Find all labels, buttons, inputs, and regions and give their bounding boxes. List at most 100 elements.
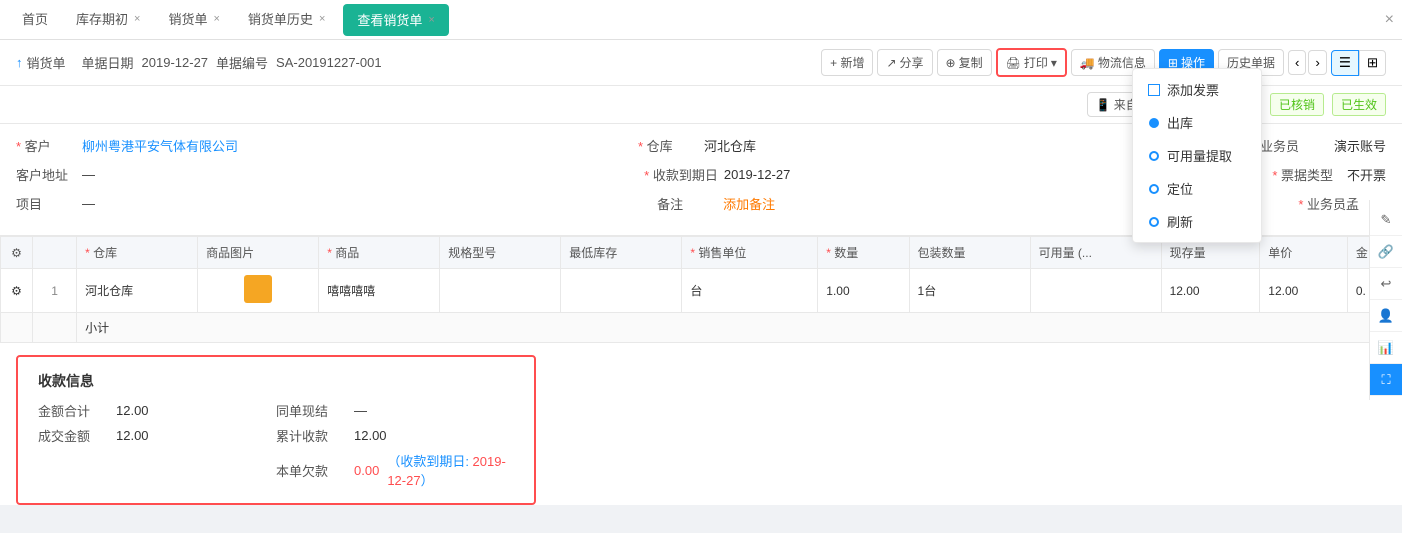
- col-price: 单价: [1260, 237, 1348, 269]
- right-panel-user[interactable]: 👤: [1370, 300, 1402, 332]
- right-panel-chart[interactable]: 📊: [1370, 332, 1402, 364]
- sold-status: 已核销: [1270, 93, 1324, 116]
- deal-value: 12.00: [116, 428, 149, 443]
- payment-title: 收款信息: [38, 371, 514, 391]
- product-table: ⚙ * 仓库 商品图片 * 商品 规格型号 最低库存 * 销售单位 * 数量 包…: [0, 236, 1402, 343]
- deal-item: 成交金额 12.00: [38, 426, 276, 445]
- right-panel-expand[interactable]: ⛶: [1370, 364, 1402, 396]
- cumulative-label: 累计收款: [276, 426, 346, 445]
- address-value: —: [82, 167, 95, 182]
- row-qty: 1.00: [818, 269, 909, 313]
- refresh-label: 刷新: [1167, 212, 1193, 231]
- right-panel-edit[interactable]: ✎: [1370, 204, 1402, 236]
- tab-sales-history[interactable]: 销货单历史 ×: [234, 0, 339, 40]
- col-spec: 规格型号: [440, 237, 561, 269]
- staff-field: 业务员 演示账号: [1260, 136, 1386, 155]
- no-label: 单据编号: [216, 53, 268, 72]
- row-avail: [1030, 269, 1161, 313]
- close-sales-history[interactable]: ×: [319, 13, 325, 25]
- col-warehouse: * 仓库: [77, 237, 198, 269]
- share-button[interactable]: ↗ 分享: [877, 49, 932, 76]
- same-order-item: 同单现结 —: [276, 401, 514, 420]
- print-icon: 🖨: [1006, 56, 1021, 70]
- owe-label: 本单欠款: [276, 461, 346, 480]
- date-label: 单据日期: [82, 53, 134, 72]
- next-arrow[interactable]: ›: [1308, 50, 1326, 75]
- operation-dropdown: 添加发票 出库 可用量提取 定位 刷新: [1132, 68, 1262, 243]
- header-left: ↑ 销货单 单据日期 2019-12-27 单据编号 SA-20191227-0…: [16, 53, 382, 72]
- project-value: —: [82, 196, 95, 211]
- new-button[interactable]: + 新增: [821, 49, 873, 76]
- row-product: 嘻嘻嘻嘻: [319, 269, 440, 313]
- customer-label: 客户: [16, 136, 76, 155]
- avail-extract-icon: [1147, 149, 1161, 163]
- row-price: 12.00: [1260, 269, 1348, 313]
- print-dropdown-arrow: ▾: [1051, 56, 1057, 70]
- tab-view-sales[interactable]: 查看销货单 ×: [343, 4, 448, 36]
- dropdown-avail-extract[interactable]: 可用量提取: [1133, 139, 1261, 172]
- warehouse-value: 河北仓库: [704, 136, 756, 155]
- global-close[interactable]: ×: [1385, 11, 1394, 29]
- tab-home[interactable]: 首页: [8, 0, 62, 40]
- header-meta: 单据日期 2019-12-27 单据编号 SA-20191227-001: [82, 53, 382, 72]
- dropdown-locate[interactable]: 定位: [1133, 172, 1261, 205]
- address-field: 客户地址 —: [16, 165, 644, 184]
- locate-label: 定位: [1167, 179, 1193, 198]
- col-num: [33, 237, 77, 269]
- locate-icon: [1147, 182, 1161, 196]
- total-label: 金额合计: [38, 401, 108, 420]
- customer-value[interactable]: 柳州粤港平安气体有限公司: [82, 136, 238, 155]
- owe-item: 本单欠款 0.00 （收款到期日: 2019-12-27）: [276, 451, 514, 489]
- row-min-stock: [561, 269, 682, 313]
- table-row: ⚙ 1 河北仓库 嘻嘻嘻嘻 台 1.00 1台 12.00 12.00 0.: [1, 269, 1402, 313]
- close-inventory-init[interactable]: ×: [134, 13, 140, 25]
- row-warehouse: 河北仓库: [77, 269, 198, 313]
- due-date-label: 收款到期日: [644, 165, 718, 184]
- phone-icon: 📱: [1096, 98, 1111, 112]
- project-label: 项目: [16, 194, 76, 213]
- tab-bar: 首页 库存期初 × 销货单 × 销货单历史 × 查看销货单 × ×: [0, 0, 1402, 40]
- doc-type-badge: ↑ 销货单: [16, 53, 66, 72]
- row-gear[interactable]: ⚙: [1, 269, 33, 313]
- tab-inventory-init[interactable]: 库存期初 ×: [62, 0, 154, 40]
- dropdown-add-invoice[interactable]: 添加发票: [1133, 73, 1261, 106]
- list-view-btn[interactable]: ☰: [1331, 50, 1359, 76]
- row-stock: 12.00: [1161, 269, 1260, 313]
- add-note-btn[interactable]: 添加备注: [723, 194, 775, 213]
- grid-view-btn[interactable]: ⊞: [1359, 50, 1386, 76]
- copy-button[interactable]: ⊕ 复制: [937, 49, 992, 76]
- customer-field: 客户 柳州粤港平安气体有限公司: [16, 136, 638, 155]
- note-label: 备注: [657, 194, 717, 213]
- share-icon: ↗: [886, 56, 896, 70]
- col-image: 商品图片: [198, 237, 319, 269]
- payment-box: 收款信息 金额合计 12.00 同单现结 — 成交金额 12.00 累计收款 1…: [16, 355, 536, 505]
- right-panel-return[interactable]: ↩: [1370, 268, 1402, 300]
- right-panel: ✎ 🔗 ↩ 👤 📊 ⛶: [1369, 200, 1402, 400]
- refresh-icon: [1147, 215, 1161, 229]
- subtotal-gear: [1, 313, 33, 343]
- close-sales-order[interactable]: ×: [213, 13, 219, 25]
- sale-staff-label: 业务员孟: [1298, 194, 1359, 213]
- print-button[interactable]: 🖨 打印 ▾: [996, 48, 1067, 77]
- dropdown-refresh[interactable]: 刷新: [1133, 205, 1261, 238]
- ticket-value: 不开票: [1347, 165, 1386, 184]
- total-item: 金额合计 12.00: [38, 401, 276, 420]
- address-label: 客户地址: [16, 165, 76, 184]
- same-order-label: 同单现结: [276, 401, 346, 420]
- date-value: 2019-12-27: [142, 55, 209, 70]
- nav-arrows: ‹ ›: [1288, 50, 1327, 75]
- col-pack-qty: 包装数量: [909, 237, 1030, 269]
- dropdown-outbound[interactable]: 出库: [1133, 106, 1261, 139]
- close-view-sales[interactable]: ×: [428, 14, 434, 26]
- cumulative-item: 累计收款 12.00: [276, 426, 514, 445]
- same-order-value: —: [354, 403, 367, 418]
- prev-arrow[interactable]: ‹: [1288, 50, 1306, 75]
- right-panel-link[interactable]: 🔗: [1370, 236, 1402, 268]
- tab-sales-order[interactable]: 销货单 ×: [154, 0, 233, 40]
- col-product: * 商品: [319, 237, 440, 269]
- staff-label: 业务员: [1260, 136, 1320, 155]
- project-field: 项目 —: [16, 194, 657, 213]
- doc-type-label: 销货单: [27, 53, 66, 72]
- row-spec: [440, 269, 561, 313]
- add-invoice-icon: [1147, 83, 1161, 97]
